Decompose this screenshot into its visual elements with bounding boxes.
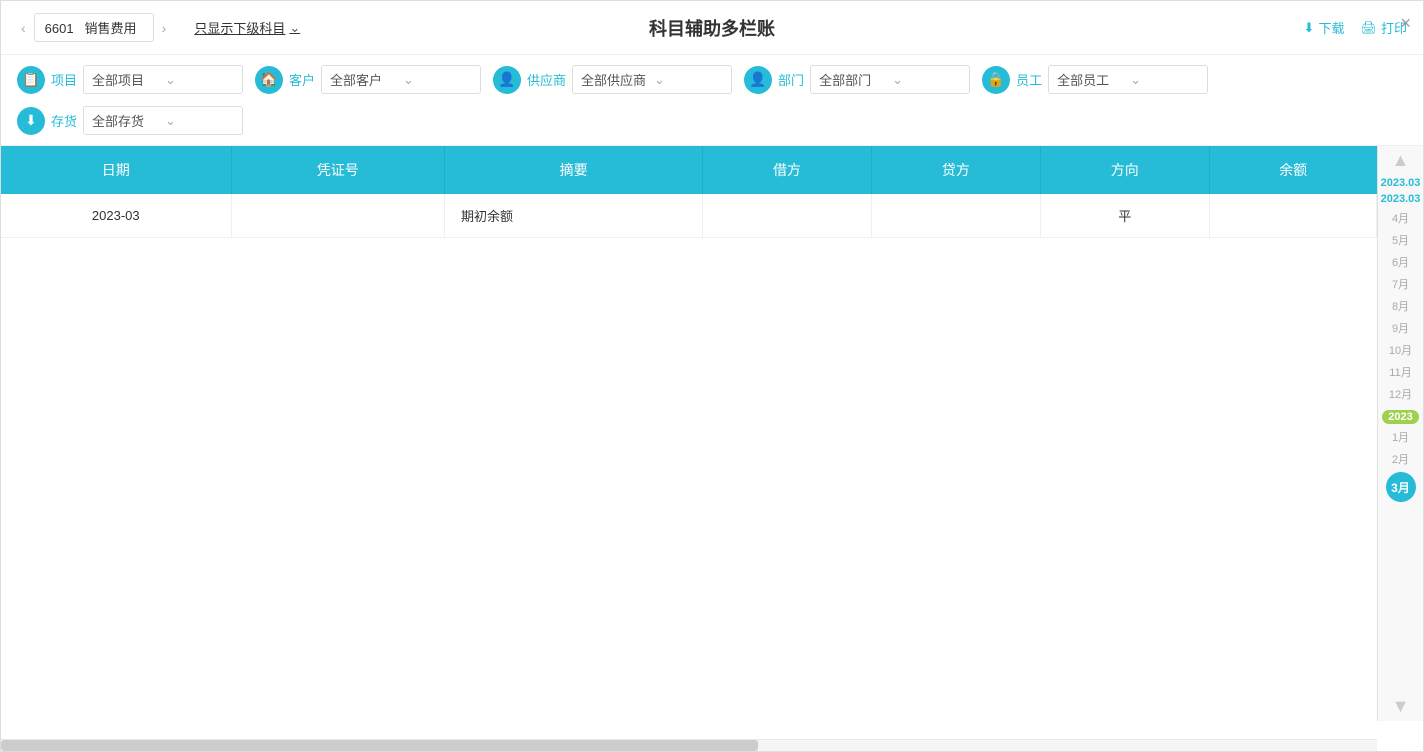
supplier-icon: 👤 <box>493 66 521 94</box>
header: ‹ 6601 销售费用 › 只显示下级科目 ⌄ 科目辅助多栏账 ⬇ 下载 🖨 打… <box>1 1 1423 55</box>
download-button[interactable]: ⬇ 下载 <box>1304 18 1345 37</box>
supplier-value: 全部供应商 <box>581 70 650 89</box>
customer-dropdown-arrow: ⌄ <box>403 72 472 88</box>
timeline-month-5[interactable]: 5月 <box>1378 229 1423 251</box>
project-select[interactable]: 全部项目 ⌄ <box>83 65 243 94</box>
col-credit: 贷方 <box>871 146 1040 194</box>
cell-balance <box>1209 194 1376 238</box>
download-icon: ⬇ <box>1304 20 1315 36</box>
timeline-month-9[interactable]: 9月 <box>1378 317 1423 339</box>
supplier-select[interactable]: 全部供应商 ⌄ <box>572 65 732 94</box>
year-badge: 2023 <box>1382 410 1418 424</box>
show-sub-arrow: ⌄ <box>289 20 300 36</box>
customer-label: 客户 <box>289 70 315 89</box>
print-icon: 🖨 <box>1360 20 1377 36</box>
cell-debit <box>703 194 872 238</box>
account-name-text: 销售费用 <box>84 21 136 36</box>
employee-dropdown-arrow: ⌄ <box>1130 72 1199 88</box>
table-area: 日期 凭证号 摘要 借方 贷方 方向 余额 2023-03 期初余额 <box>1 146 1377 721</box>
employee-value: 全部员工 <box>1057 70 1126 89</box>
show-sub-label: 只显示下级科目 <box>194 18 285 37</box>
timeline-month-7[interactable]: 7月 <box>1378 273 1423 295</box>
close-button[interactable]: × <box>1400 13 1411 34</box>
filter-group-supplier: 👤 供应商 全部供应商 ⌄ <box>493 65 732 94</box>
filters: 📋 项目 全部项目 ⌄ 🏠 客户 全部客户 ⌄ 👤 供应商 全部供应商 ⌄ <box>1 55 1423 146</box>
cell-voucher <box>231 194 444 238</box>
supplier-label: 供应商 <box>527 70 566 89</box>
project-label: 项目 <box>51 70 77 89</box>
filter-group-project: 📋 项目 全部项目 ⌄ <box>17 65 243 94</box>
project-icon: 📋 <box>17 66 45 94</box>
filter-group-customer: 🏠 客户 全部客户 ⌄ <box>255 65 481 94</box>
download-label: 下载 <box>1318 18 1344 37</box>
cell-credit <box>871 194 1040 238</box>
timeline-month-1[interactable]: 1月 <box>1378 426 1423 448</box>
col-direction: 方向 <box>1040 146 1209 194</box>
scroll-thumb <box>1 740 758 751</box>
cell-summary: 期初余额 <box>445 194 703 238</box>
col-date: 日期 <box>1 146 231 194</box>
cell-date: 2023-03 <box>1 194 231 238</box>
table-row: 2023-03 期初余额 平 <box>1 194 1377 238</box>
main-window: ‹ 6601 销售费用 › 只显示下级科目 ⌄ 科目辅助多栏账 ⬇ 下载 🖨 打… <box>0 0 1424 752</box>
col-debit: 借方 <box>703 146 872 194</box>
show-sub-toggle[interactable]: 只显示下级科目 ⌄ <box>194 18 300 37</box>
timeline-month-12[interactable]: 12月 <box>1378 383 1423 405</box>
page-title: 科目辅助多栏账 <box>649 15 775 41</box>
inventory-icon: ⬇ <box>17 107 45 135</box>
cell-direction: 平 <box>1040 194 1209 238</box>
table-header-row: 日期 凭证号 摘要 借方 贷方 方向 余额 <box>1 146 1377 194</box>
inventory-value: 全部存货 <box>92 111 161 130</box>
account-code-text: 6601 <box>45 21 74 36</box>
customer-select[interactable]: 全部客户 ⌄ <box>321 65 481 94</box>
col-voucher: 凭证号 <box>231 146 444 194</box>
timeline-month-8[interactable]: 8月 <box>1378 295 1423 317</box>
timeline: ▲ 2023.03 2023.03 4月 5月 6月 7月 8月 9月 10月 … <box>1377 146 1423 721</box>
project-dropdown-arrow: ⌄ <box>165 72 234 88</box>
timeline-date-2023-03-first[interactable]: 2023.03 <box>1378 175 1423 191</box>
department-icon: 👤 <box>744 66 772 94</box>
prev-account-arrow[interactable]: ‹ <box>17 18 30 38</box>
department-label: 部门 <box>778 70 804 89</box>
department-value: 全部部门 <box>819 70 888 89</box>
timeline-month-11[interactable]: 11月 <box>1378 361 1423 383</box>
active-month-circle[interactable]: 3月 <box>1386 472 1416 502</box>
filter-group-employee: 🔒 员工 全部员工 ⌄ <box>982 65 1208 94</box>
data-table: 日期 凭证号 摘要 借方 贷方 方向 余额 2023-03 期初余额 <box>1 146 1377 238</box>
inventory-dropdown-arrow: ⌄ <box>165 113 234 129</box>
next-account-arrow[interactable]: › <box>158 18 171 38</box>
timeline-up-arrow[interactable]: ▲ <box>1388 146 1414 175</box>
project-value: 全部项目 <box>92 70 161 89</box>
inventory-label: 存货 <box>51 111 77 130</box>
col-summary: 摘要 <box>445 146 703 194</box>
horizontal-scrollbar[interactable] <box>1 739 1377 751</box>
filter-group-department: 👤 部门 全部部门 ⌄ <box>744 65 970 94</box>
supplier-dropdown-arrow: ⌄ <box>654 72 723 88</box>
customer-value: 全部客户 <box>330 70 399 89</box>
employee-label: 员工 <box>1016 70 1042 89</box>
department-select[interactable]: 全部部门 ⌄ <box>810 65 970 94</box>
year-badge-container: 2023 <box>1382 405 1418 426</box>
col-balance: 余额 <box>1209 146 1376 194</box>
timeline-down-arrow[interactable]: ▼ <box>1388 692 1414 721</box>
active-month-container: 3月 <box>1386 470 1416 504</box>
filter-group-inventory: ⬇ 存货 全部存货 ⌄ <box>17 106 243 135</box>
account-nav: ‹ 6601 销售费用 › <box>17 13 170 42</box>
timeline-month-10[interactable]: 10月 <box>1378 339 1423 361</box>
inventory-select[interactable]: 全部存货 ⌄ <box>83 106 243 135</box>
timeline-month-2[interactable]: 2月 <box>1378 448 1423 470</box>
timeline-month-4[interactable]: 4月 <box>1378 207 1423 229</box>
department-dropdown-arrow: ⌄ <box>892 72 961 88</box>
header-actions: ⬇ 下载 🖨 打印 <box>1304 18 1407 37</box>
employee-select[interactable]: 全部员工 ⌄ <box>1048 65 1208 94</box>
timeline-date-2023-03-second[interactable]: 2023.03 <box>1378 191 1423 207</box>
timeline-month-6[interactable]: 6月 <box>1378 251 1423 273</box>
employee-icon: 🔒 <box>982 66 1010 94</box>
customer-icon: 🏠 <box>255 66 283 94</box>
account-code[interactable]: 6601 销售费用 <box>34 13 154 42</box>
